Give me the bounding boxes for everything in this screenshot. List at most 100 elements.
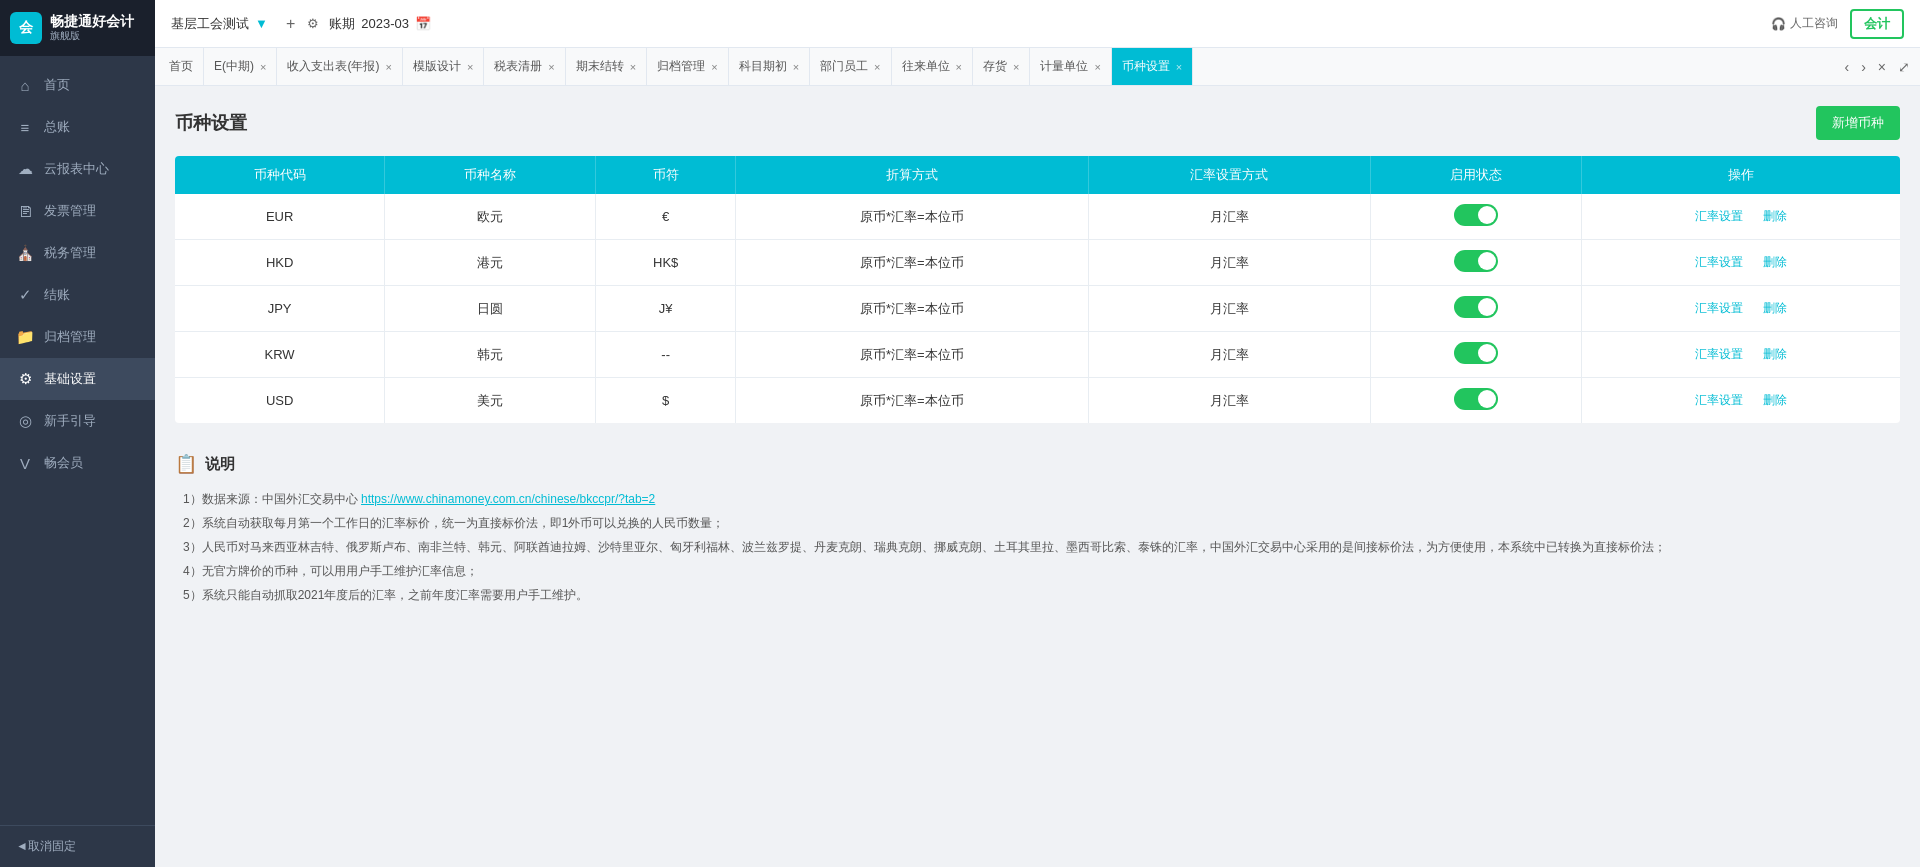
delete-btn[interactable]: 删除 [1763, 393, 1787, 407]
rate-settings-btn[interactable]: 汇率设置 [1695, 393, 1743, 407]
rate-settings-btn[interactable]: 汇率设置 [1695, 209, 1743, 223]
tab-unit-label: 计量单位 [1040, 58, 1088, 75]
topbar-actions: + ⚙ [286, 15, 319, 33]
tab-unit-close[interactable]: × [1094, 61, 1100, 73]
toggle-switch[interactable] [1454, 250, 1498, 272]
settings-btn[interactable]: ⚙ [307, 16, 319, 31]
tab-next-btn[interactable]: › [1855, 55, 1872, 79]
sidebar-pin-toggle[interactable]: ◄取消固定 [0, 825, 155, 867]
cell-symbol: € [596, 194, 736, 240]
tab-tax-close[interactable]: × [548, 61, 554, 73]
sidebar-item-label: 归档管理 [44, 328, 96, 346]
rate-settings-btn[interactable]: 汇率设置 [1695, 255, 1743, 269]
cell-name: 港元 [385, 240, 596, 286]
sidebar-item-guide[interactable]: ◎ 新手引导 [0, 400, 155, 442]
tab-subject[interactable]: 科目期初 × [729, 48, 810, 85]
tab-archive-close[interactable]: × [711, 61, 717, 73]
sidebar-item-label: 结账 [44, 286, 70, 304]
tab-interim-close[interactable]: × [260, 61, 266, 73]
sidebar-item-checkout[interactable]: ✓ 结账 [0, 274, 155, 316]
tab-inventory-close[interactable]: × [1013, 61, 1019, 73]
tab-prev-btn[interactable]: ‹ [1838, 55, 1855, 79]
sidebar-item-ledger[interactable]: ≡ 总账 [0, 106, 155, 148]
tab-currency-close[interactable]: × [1176, 61, 1182, 73]
note-link[interactable]: https://www.chinamoney.com.cn/chinese/bk… [361, 492, 655, 506]
tab-expand-btn[interactable]: ⤢ [1892, 55, 1916, 79]
tab-archive[interactable]: 归档管理 × [647, 48, 728, 85]
sidebar-item-label: 税务管理 [44, 244, 96, 262]
cell-conversion: 原币*汇率=本位币 [736, 332, 1089, 378]
tab-contacts-label: 往来单位 [902, 58, 950, 75]
period-label: 账期 [329, 15, 355, 33]
tab-template-close[interactable]: × [467, 61, 473, 73]
sidebar-item-label: 总账 [44, 118, 70, 136]
rate-settings-btn[interactable]: 汇率设置 [1695, 347, 1743, 361]
cell-actions: 汇率设置 删除 [1582, 286, 1900, 332]
account-btn[interactable]: 会计 [1850, 9, 1904, 39]
delete-btn[interactable]: 删除 [1763, 301, 1787, 315]
delete-btn[interactable]: 删除 [1763, 209, 1787, 223]
service-btn[interactable]: 🎧 人工咨询 [1771, 15, 1838, 32]
toggle-knob [1478, 298, 1496, 316]
tab-dept[interactable]: 部门员工 × [810, 48, 891, 85]
tab-subject-close[interactable]: × [793, 61, 799, 73]
tab-currency[interactable]: 币种设置 × [1112, 48, 1193, 85]
cell-rate-type: 月汇率 [1088, 286, 1370, 332]
sidebar-item-archive[interactable]: 📁 归档管理 [0, 316, 155, 358]
tab-income-close[interactable]: × [385, 61, 391, 73]
toggle-knob [1478, 206, 1496, 224]
toggle-switch[interactable] [1454, 342, 1498, 364]
main-area: 基层工会测试 ▼ + ⚙ 账期 2023-03 📅 🎧 人工咨询 会计 首页 E… [155, 0, 1920, 867]
sidebar-item-home[interactable]: ⌂ 首页 [0, 64, 155, 106]
col-actions: 操作 [1582, 156, 1900, 194]
tab-period-end[interactable]: 期末结转 × [566, 48, 647, 85]
sidebar-item-label: 发票管理 [44, 202, 96, 220]
cell-symbol: $ [596, 378, 736, 424]
sidebar: 会 畅捷通好会计 旗舰版 ⌂ 首页 ≡ 总账 ☁ 云报表中心 🖹 发票管理 ⛪ … [0, 0, 155, 867]
cell-conversion: 原币*汇率=本位币 [736, 240, 1089, 286]
sidebar-item-member[interactable]: V 畅会员 [0, 442, 155, 484]
cell-status [1371, 194, 1582, 240]
logo-name: 畅捷通好会计 [50, 13, 134, 30]
sidebar-item-tax[interactable]: ⛪ 税务管理 [0, 232, 155, 274]
tab-contacts[interactable]: 往来单位 × [892, 48, 973, 85]
tab-template[interactable]: 模版设计 × [403, 48, 484, 85]
tab-home[interactable]: 首页 [159, 48, 204, 85]
toggle-knob [1478, 390, 1496, 408]
tab-tax[interactable]: 税表清册 × [484, 48, 565, 85]
tab-close-all-btn[interactable]: × [1872, 55, 1892, 79]
sidebar-item-label: 首页 [44, 76, 70, 94]
tab-period-end-close[interactable]: × [630, 61, 636, 73]
new-currency-btn[interactable]: 新增币种 [1816, 106, 1900, 140]
ledger-icon: ≡ [16, 119, 34, 136]
project-dropdown-icon[interactable]: ▼ [255, 16, 268, 31]
sidebar-item-settings[interactable]: ⚙ 基础设置 [0, 358, 155, 400]
cell-name: 日圆 [385, 286, 596, 332]
sidebar-item-label: 新手引导 [44, 412, 96, 430]
sidebar-item-reports[interactable]: ☁ 云报表中心 [0, 148, 155, 190]
cell-actions: 汇率设置 删除 [1582, 378, 1900, 424]
toggle-switch[interactable] [1454, 204, 1498, 226]
table-row: USD 美元 $ 原币*汇率=本位币 月汇率 汇率设置 删除 [175, 378, 1900, 424]
tab-income-report[interactable]: 收入支出表(年报) × [277, 48, 402, 85]
add-project-btn[interactable]: + [286, 15, 295, 33]
tab-interim[interactable]: E(中期) × [204, 48, 277, 85]
cell-symbol: -- [596, 332, 736, 378]
delete-btn[interactable]: 删除 [1763, 255, 1787, 269]
table-row: HKD 港元 HK$ 原币*汇率=本位币 月汇率 汇率设置 删除 [175, 240, 1900, 286]
sidebar-item-invoice[interactable]: 🖹 发票管理 [0, 190, 155, 232]
content-area: 币种设置 新增币种 币种代码 币种名称 币符 折算方式 汇率设置方式 启用状态 … [155, 86, 1920, 867]
rate-settings-btn[interactable]: 汇率设置 [1695, 301, 1743, 315]
delete-btn[interactable]: 删除 [1763, 347, 1787, 361]
toggle-switch[interactable] [1454, 296, 1498, 318]
tab-inventory[interactable]: 存货 × [973, 48, 1030, 85]
col-status: 启用状态 [1371, 156, 1582, 194]
cell-rate-type: 月汇率 [1088, 378, 1370, 424]
service-label: 人工咨询 [1790, 15, 1838, 32]
tab-dept-close[interactable]: × [874, 61, 880, 73]
calendar-icon[interactable]: 📅 [415, 16, 431, 31]
tab-subject-label: 科目期初 [739, 58, 787, 75]
tab-contacts-close[interactable]: × [956, 61, 962, 73]
toggle-switch[interactable] [1454, 388, 1498, 410]
tab-unit[interactable]: 计量单位 × [1030, 48, 1111, 85]
